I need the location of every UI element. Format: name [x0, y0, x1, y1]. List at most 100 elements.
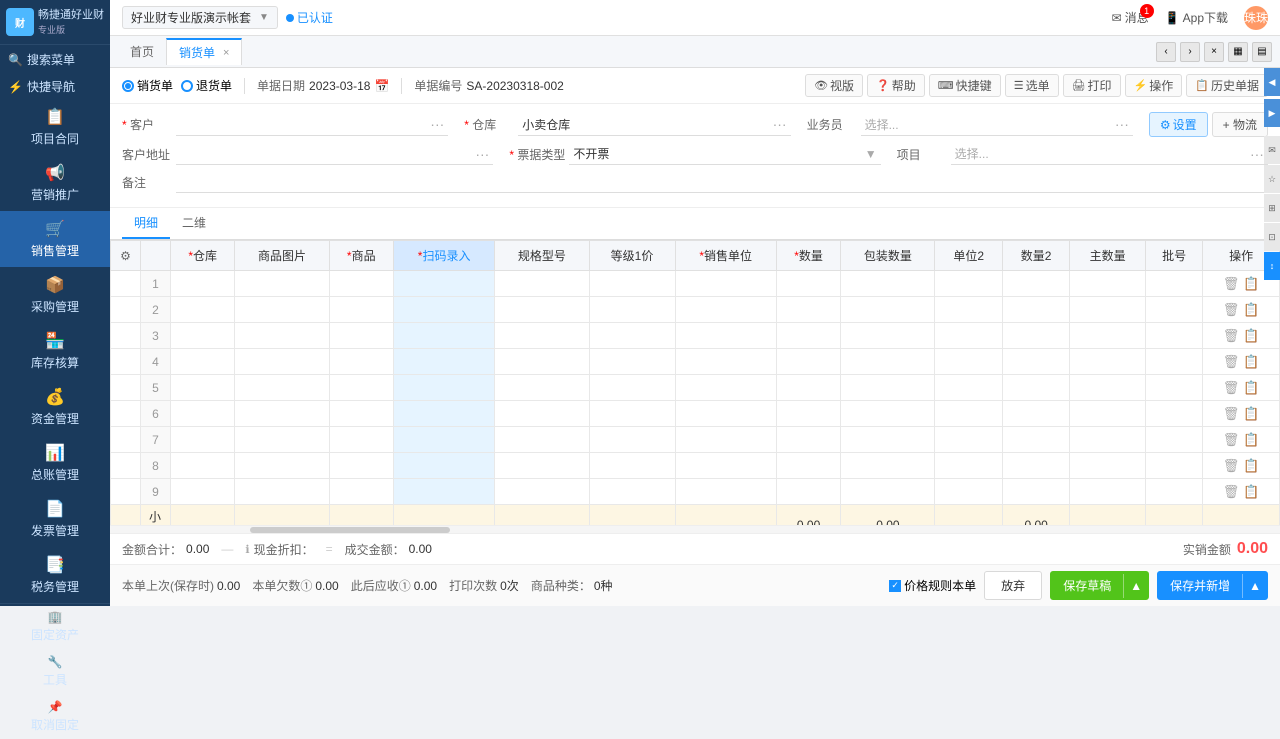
add-logistics-btn[interactable]: + 物流 [1212, 112, 1268, 137]
help-btn[interactable]: ❓ 帮助 [867, 74, 925, 97]
print-btn[interactable]: 🖨 打印 [1063, 74, 1121, 97]
remark-input[interactable] [176, 171, 1268, 193]
sidebar-item-cancel-fixed[interactable]: 📌 取消固定 [0, 694, 110, 739]
th-scan[interactable]: *扫码录入 [393, 241, 494, 271]
copy-icon[interactable]: 📋 [1243, 458, 1259, 474]
sidebar-item-marketing[interactable]: 📢 营销推广 [0, 155, 110, 211]
address-dots-icon[interactable]: ··· [475, 146, 489, 162]
sidebar-item-sales[interactable]: 🛒 销售管理 [0, 211, 110, 267]
th-qty2[interactable]: 数量2 [1002, 241, 1069, 271]
view-btn[interactable]: 👁 视版 [805, 74, 863, 97]
copy-icon[interactable]: 📋 [1243, 354, 1259, 370]
salesperson-dots-icon[interactable]: ··· [1115, 116, 1129, 132]
address-input[interactable]: ··· [176, 143, 493, 165]
save-new-btn[interactable]: 保存并新增 ▲ [1157, 571, 1268, 600]
company-selector[interactable]: 好业财专业版演示帐套 ▼ [122, 6, 278, 29]
tab-next-btn[interactable]: › [1180, 42, 1200, 62]
project-dots-icon[interactable]: ··· [1250, 146, 1264, 162]
tab-active[interactable]: 销货单 × [166, 38, 242, 65]
discount-info-icon[interactable]: ℹ [245, 543, 249, 556]
delete-icon[interactable]: 🗑 [1223, 302, 1240, 318]
th-warehouse[interactable]: *仓库 [171, 241, 235, 271]
delete-icon[interactable]: 🗑 [1223, 354, 1240, 370]
copy-icon[interactable]: 📋 [1243, 328, 1259, 344]
app-download-btn[interactable]: 📱 App下载 [1165, 9, 1228, 26]
th-spec[interactable]: 规格型号 [495, 241, 589, 271]
th-pkg-qty[interactable]: 包装数量 [841, 241, 935, 271]
right-panel-btn-4[interactable]: ☆ [1264, 165, 1280, 193]
right-panel-btn-3[interactable]: ✉ [1264, 136, 1280, 164]
history-btn[interactable]: 📋 历史单据 [1186, 74, 1268, 97]
right-panel-btn-7[interactable]: ↕ [1264, 252, 1280, 280]
th-qty[interactable]: *数量 [776, 241, 840, 271]
delete-icon[interactable]: 🗑 [1223, 458, 1240, 474]
delete-icon[interactable]: 🗑 [1223, 380, 1240, 396]
right-panel-btn-5[interactable]: ⊞ [1264, 194, 1280, 222]
tab-home[interactable]: 首页 [118, 39, 166, 64]
copy-icon[interactable]: 📋 [1243, 380, 1259, 396]
tab-erwei[interactable]: 二维 [170, 208, 218, 239]
operate-btn[interactable]: ⚡ 操作 [1125, 74, 1183, 97]
copy-icon[interactable]: 📋 [1243, 432, 1259, 448]
th-main-qty[interactable]: 主数量 [1070, 241, 1146, 271]
sidebar-item-inventory[interactable]: 🏪 库存核算 [0, 323, 110, 379]
customer-input[interactable]: ··· [176, 114, 448, 136]
radio-return[interactable]: 退货单 [181, 77, 232, 94]
tab-prev-btn[interactable]: ‹ [1156, 42, 1176, 62]
notification-btn[interactable]: ✉ 消息 1 [1112, 9, 1149, 26]
copy-icon[interactable]: 📋 [1243, 276, 1259, 292]
sidebar-item-finance[interactable]: 💰 资金管理 [0, 379, 110, 435]
price-rule-checkbox[interactable]: ✓ 价格规则本单 [889, 577, 976, 594]
save-draft-arrow-icon[interactable]: ▲ [1123, 574, 1148, 598]
sidebar-quick-nav[interactable]: ⚡ 快捷导航 [0, 74, 110, 99]
sidebar-item-tax[interactable]: 📑 税务管理 [0, 547, 110, 603]
right-panel-btn-1[interactable]: ◀ [1264, 68, 1280, 96]
tab-close-all-btn[interactable]: × [1204, 42, 1224, 62]
settings-btn[interactable]: ⚙ 设置 [1149, 112, 1208, 137]
copy-icon[interactable]: 📋 [1243, 302, 1259, 318]
delete-icon[interactable]: 🗑 [1223, 484, 1240, 500]
tab-grid2-btn[interactable]: ▤ [1252, 42, 1272, 62]
sidebar-item-accounting[interactable]: 📊 总账管理 [0, 435, 110, 491]
warehouse-dots-icon[interactable]: ··· [773, 116, 787, 132]
copy-icon[interactable]: 📋 [1243, 484, 1259, 500]
copy-icon[interactable]: 📋 [1243, 406, 1259, 422]
th-price[interactable]: 等级1价 [589, 241, 675, 271]
abandon-btn[interactable]: 放弃 [984, 571, 1042, 600]
tab-grid1-btn[interactable]: ▦ [1228, 42, 1248, 62]
th-unit2[interactable]: 单位2 [935, 241, 1002, 271]
sidebar-item-project[interactable]: 📋 项目合同 [0, 99, 110, 155]
user-avatar[interactable]: 珠珠 [1244, 6, 1268, 30]
th-batch[interactable]: 批号 [1146, 241, 1203, 271]
th-unit[interactable]: *销售单位 [675, 241, 776, 271]
tab-mingxi[interactable]: 明细 [122, 208, 170, 239]
save-draft-btn[interactable]: 保存草稿 ▲ [1050, 571, 1149, 600]
sidebar-item-tools[interactable]: 🔧 工具 [0, 649, 110, 694]
customer-dots-icon[interactable]: ··· [430, 116, 444, 132]
th-settings[interactable]: ⚙ [111, 241, 141, 271]
save-new-arrow-icon[interactable]: ▲ [1242, 574, 1267, 598]
calendar-icon[interactable]: 📅 [374, 79, 389, 93]
radio-sale[interactable]: 销货单 [122, 77, 173, 94]
salesperson-input[interactable]: 选择... ··· [861, 114, 1133, 136]
shortcut-btn[interactable]: ⌨ 快捷键 [929, 74, 1001, 97]
delete-icon[interactable]: 🗑 [1223, 406, 1240, 422]
invoice-dropdown-icon[interactable]: ▼ [865, 147, 877, 161]
th-product[interactable]: *商品 [329, 241, 393, 271]
sidebar-item-fixed-asset[interactable]: 🏢 固定资产 [0, 604, 110, 649]
delete-icon[interactable]: 🗑 [1223, 276, 1240, 292]
right-panel-btn-6[interactable]: ⊡ [1264, 223, 1280, 251]
delete-icon[interactable]: 🗑 [1223, 432, 1240, 448]
tab-close-btn[interactable]: × [223, 47, 229, 59]
sidebar-item-invoice[interactable]: 📄 发票管理 [0, 491, 110, 547]
project-input[interactable]: 选择... ··· [951, 143, 1268, 165]
invoice-input[interactable]: 不开票 ▼ [569, 143, 880, 165]
sidebar-search[interactable]: 🔍 搜索菜单 [0, 45, 110, 74]
right-panel-btn-2[interactable]: ▶ [1264, 99, 1280, 127]
warehouse-input[interactable]: 小卖仓库 ··· [518, 114, 790, 136]
sidebar-item-purchase[interactable]: 📦 采购管理 [0, 267, 110, 323]
delete-icon[interactable]: 🗑 [1223, 328, 1240, 344]
scroll-thumb[interactable] [250, 527, 450, 533]
select-btn[interactable]: ☰ 选单 [1005, 74, 1059, 97]
horizontal-scrollbar[interactable] [110, 525, 1280, 533]
